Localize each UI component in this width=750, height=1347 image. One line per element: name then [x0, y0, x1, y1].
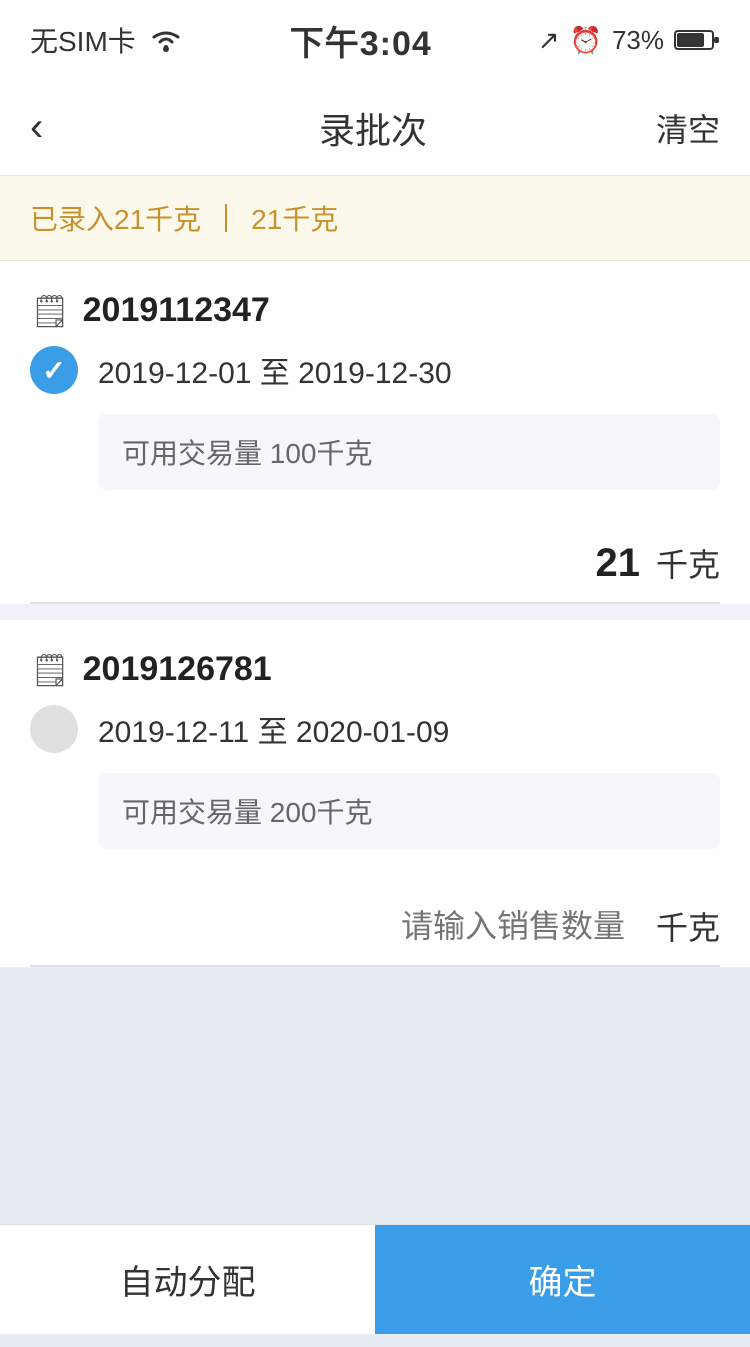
batch-row-2[interactable]: 2019-12-11 至 2020-01-09 — [30, 705, 720, 753]
batch-card-1: 🗒 2019112347 ✓ 2019-12-01 至 2019-12-30 可… — [0, 261, 750, 604]
checkmark-icon-1: ✓ — [42, 354, 65, 387]
status-time: 下午3:04 — [290, 16, 432, 65]
radio-selected-1[interactable]: ✓ — [30, 346, 78, 394]
page-title: 录批次 — [319, 102, 427, 154]
batch-row-1[interactable]: ✓ 2019-12-01 至 2019-12-30 — [30, 346, 720, 394]
batch-available-1: 可用交易量 100千克 — [98, 414, 720, 490]
quantity-input-2[interactable] — [240, 908, 640, 945]
auto-distribute-button[interactable]: 自动分配 — [0, 1225, 375, 1334]
batch-doc-icon-1: 🗒 — [30, 292, 71, 330]
input-row-2: 千克 — [0, 879, 750, 949]
batch-item-1: 🗒 2019112347 ✓ 2019-12-01 至 2019-12-30 可… — [0, 261, 750, 520]
batch-date-1: 2019-12-01 至 2019-12-30 — [98, 348, 452, 392]
radio-unselected-2[interactable] — [30, 705, 78, 753]
status-bar: 无SIM卡 下午3:04 ↗ ⏰ 73% — [0, 0, 750, 80]
battery-label: 73% — [612, 25, 664, 56]
status-right: ↗ ⏰ 73% — [538, 25, 720, 56]
batch-number-2: 2019126781 — [83, 650, 272, 689]
alarm-icon: ⏰ — [570, 25, 602, 56]
batch-header-1: 🗒 2019112347 — [30, 291, 720, 330]
amount-value-1: 21 — [595, 541, 640, 586]
wifi-icon — [148, 27, 184, 53]
amount-row-1: 21 千克 — [0, 520, 750, 586]
recorded-info: 已录入21千克 — [30, 198, 201, 238]
total-info: 21千克 — [251, 198, 338, 238]
amount-unit-1: 千克 — [656, 540, 720, 586]
nav-bar: ‹ 录批次 清空 — [0, 80, 750, 176]
confirm-button[interactable]: 确定 — [375, 1225, 750, 1334]
back-button[interactable]: ‹ — [30, 105, 90, 150]
batch-available-2: 可用交易量 200千克 — [98, 773, 720, 849]
batch-card-2: 🗒 2019126781 2019-12-11 至 2020-01-09 可用交… — [0, 620, 750, 967]
batch-header-2: 🗒 2019126781 — [30, 650, 720, 689]
batch-number-1: 2019112347 — [83, 291, 270, 330]
section-gap — [0, 604, 750, 620]
qty-unit-2: 千克 — [656, 903, 720, 949]
bottom-bar: 自动分配 确定 — [0, 1224, 750, 1334]
battery-icon — [674, 28, 720, 52]
location-icon: ↗ — [538, 25, 560, 56]
batch-item-2: 🗒 2019126781 2019-12-11 至 2020-01-09 可用交… — [0, 620, 750, 879]
info-divider — [225, 204, 227, 232]
carrier-label: 无SIM卡 — [30, 20, 136, 60]
batch-date-2: 2019-12-11 至 2020-01-09 — [98, 707, 449, 751]
content-wrapper: 已录入21千克 21千克 🗒 2019112347 ✓ 2019-12-01 至… — [0, 176, 750, 1347]
info-banner: 已录入21千克 21千克 — [0, 176, 750, 261]
status-left: 无SIM卡 — [30, 20, 184, 60]
clear-button[interactable]: 清空 — [656, 105, 720, 151]
batch-doc-icon-2: 🗒 — [30, 651, 71, 689]
